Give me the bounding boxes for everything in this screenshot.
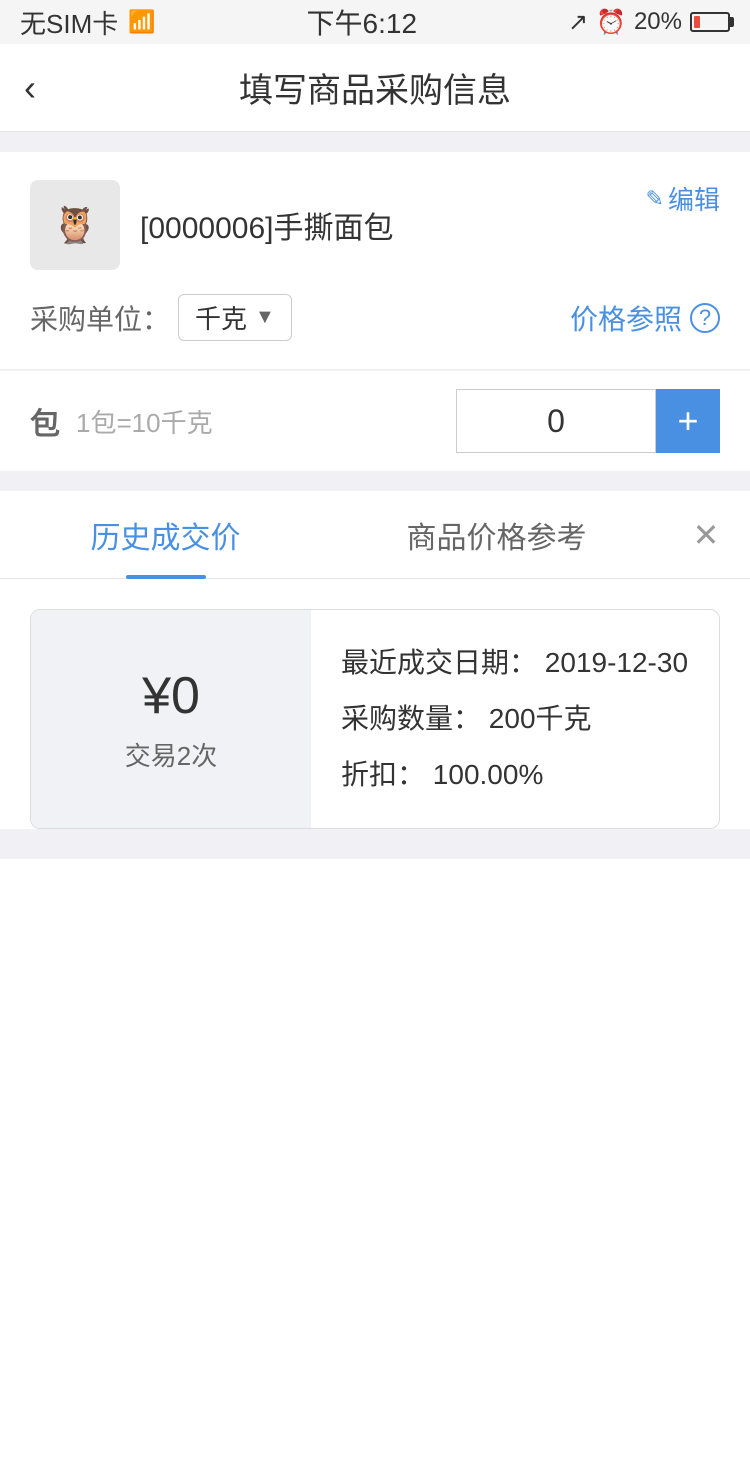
transaction-price: ¥0	[142, 666, 200, 726]
nav-bar: ‹ 填写商品采购信息	[0, 44, 750, 132]
status-right: ↗ ⏰ 20%	[568, 8, 730, 37]
tab-product-label: 商品价格参考	[407, 513, 587, 557]
currency-symbol: ¥	[142, 667, 171, 725]
transaction-details: 最近成交日期： 2019-12-30 采购数量： 200千克 折扣： 100.0…	[311, 610, 719, 828]
tabs-header: 历史成交价 商品价格参考 ✕	[0, 491, 750, 579]
price-ref-label: 价格参照	[570, 298, 682, 338]
quantity-label: 采购数量：	[341, 703, 481, 734]
quantity-info: 包 1包=10千克	[30, 399, 213, 443]
unit-value: 千克	[195, 299, 247, 336]
product-left: 🦉 [0000006]手撕面包	[30, 180, 393, 270]
quantity-input[interactable]	[456, 389, 656, 453]
unit-label: 采购单位：	[30, 298, 170, 338]
unit-select[interactable]: 千克 ▼	[178, 294, 292, 341]
recent-date-value: 2019-12-30	[545, 647, 688, 678]
transaction-count: 交易2次	[125, 736, 217, 773]
discount-row: 折扣： 100.00%	[341, 754, 689, 796]
back-button[interactable]: ‹	[24, 67, 36, 109]
product-card: 🦉 [0000006]手撕面包 ✎ 编辑 采购单位： 千克 ▼ 价格参照 ?	[0, 152, 750, 369]
package-conversion: 1包=10千克	[76, 403, 213, 440]
wifi-icon: 📶	[128, 9, 155, 35]
carrier-text: 无SIM卡	[20, 4, 118, 41]
location-icon: ↗	[568, 8, 588, 37]
discount-label: 折扣：	[341, 759, 425, 790]
status-bar: 无SIM卡 📶 下午6:12 ↗ ⏰ 20%	[0, 0, 750, 44]
product-logo: 🦉	[53, 204, 98, 246]
battery-percentage: 20%	[634, 8, 682, 36]
price-value: 0	[171, 667, 200, 725]
status-left: 无SIM卡 📶	[20, 4, 156, 41]
tab-product-price-ref[interactable]: 商品价格参考	[331, 491, 662, 579]
product-unit-row: 采购单位： 千克 ▼ 价格参照 ?	[30, 294, 720, 341]
help-icon: ?	[690, 303, 720, 333]
battery-icon	[690, 12, 730, 32]
product-header: 🦉 [0000006]手撕面包 ✎ 编辑	[30, 180, 720, 270]
discount-value: 100.00%	[433, 759, 544, 790]
quantity-value: 200千克	[489, 703, 592, 734]
purchase-quantity-row: 采购数量： 200千克	[341, 698, 689, 740]
tab-active-indicator	[126, 575, 206, 579]
tabs-close-button[interactable]: ✕	[662, 491, 750, 579]
recent-date-row: 最近成交日期： 2019-12-30	[341, 642, 689, 684]
tab-history-label: 历史成交价	[91, 513, 241, 557]
product-name: [0000006]手撕面包	[140, 203, 393, 247]
quantity-section: 包 1包=10千克 +	[0, 371, 750, 471]
transaction-card: ¥0 交易2次 最近成交日期： 2019-12-30 采购数量： 200千克 折…	[30, 609, 720, 829]
price-reference-button[interactable]: 价格参照 ?	[570, 298, 720, 338]
alarm-icon: ⏰	[596, 8, 626, 37]
page-title: 填写商品采购信息	[239, 63, 511, 112]
transaction-summary: ¥0 交易2次	[31, 610, 311, 828]
status-time: 下午6:12	[307, 2, 418, 42]
quantity-plus-button[interactable]: +	[656, 389, 720, 453]
edit-button[interactable]: ✎ 编辑	[646, 180, 720, 217]
tabs-container: 历史成交价 商品价格参考 ✕ ¥0 交易2次 最近成交日期： 2019-12-3…	[0, 491, 750, 829]
tab-history-price[interactable]: 历史成交价	[0, 491, 331, 579]
package-icon: 包	[30, 399, 60, 443]
bottom-area	[0, 859, 750, 1459]
recent-date-label: 最近成交日期：	[341, 647, 537, 678]
unit-dropdown-arrow: ▼	[255, 306, 275, 329]
edit-label: 编辑	[668, 180, 720, 217]
edit-icon: ✎	[646, 186, 664, 212]
product-thumbnail: 🦉	[30, 180, 120, 270]
quantity-control: +	[456, 389, 720, 453]
